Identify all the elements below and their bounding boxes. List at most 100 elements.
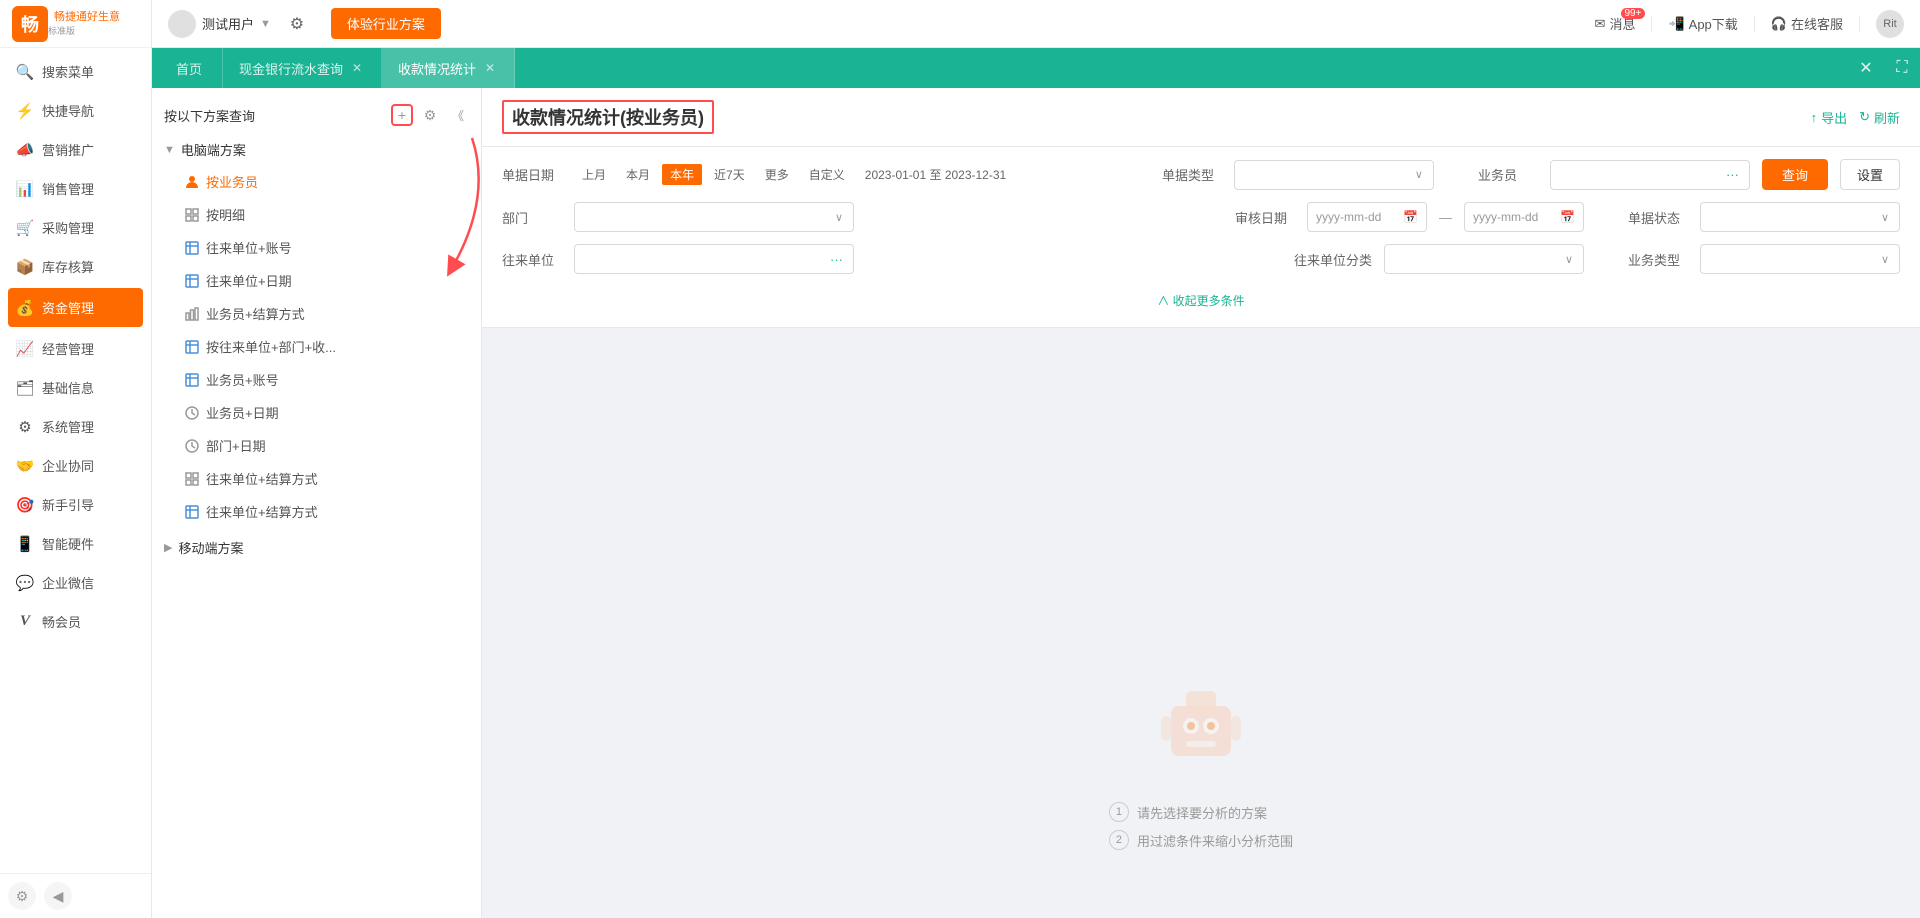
voucher-status-select[interactable]: ∨ — [1700, 202, 1900, 232]
refresh-icon: ↻ — [1859, 109, 1870, 125]
salesperson-select[interactable]: ··· — [1550, 160, 1750, 190]
sidebar-item-member[interactable]: V 畅会员 — [0, 602, 151, 641]
sidebar-item-enterprise[interactable]: 🤝 企业协同 — [0, 446, 151, 485]
quicknav-icon: ⚡ — [16, 102, 34, 120]
business-type-select[interactable]: ∨ — [1700, 244, 1900, 274]
sidebar-item-marketing[interactable]: 📣 营销推广 — [0, 130, 151, 169]
sidebar: 畅 畅捷通好生意 标准版 🔍 搜索菜单 ⚡ 快捷导航 📣 营销推广 📊 销售管理… — [0, 0, 152, 918]
tab-bank-flow[interactable]: 现金银行流水查询 ✕ — [223, 48, 382, 88]
scheme-item-label: 往来单位+账号 — [206, 238, 292, 257]
scheme-header-actions: + ⚙ 《 — [391, 104, 469, 126]
collapse-more-button[interactable]: ∧ 收起更多条件 — [1151, 286, 1250, 315]
scheme-settings-icon[interactable]: ⚙ — [419, 104, 441, 126]
operations-icon: 📈 — [16, 340, 34, 358]
scheme-pc-group-title[interactable]: ▼ 电脑端方案 — [152, 134, 481, 165]
scheme-item-label: 业务员+结算方式 — [206, 304, 305, 323]
counterpart-category-label: 往来单位分类 — [1294, 250, 1372, 269]
voucher-status-label: 单据状态 — [1628, 208, 1688, 227]
date-label: 单据日期 — [502, 165, 562, 184]
trial-button[interactable]: 体验行业方案 — [331, 8, 441, 39]
sidebar-item-search[interactable]: 🔍 搜索菜单 — [0, 52, 151, 91]
tab-bank-flow-close-icon[interactable]: ✕ — [349, 60, 365, 76]
voucher-type-select[interactable]: ∨ — [1234, 160, 1434, 190]
scheme-item-counterpart-settlement2[interactable]: 往来单位+结算方式 — [152, 495, 481, 528]
scheme-item-label: 部门+日期 — [206, 436, 266, 455]
scheme-item-by-detail[interactable]: 按明细 — [152, 198, 481, 231]
collapse-more-label: ∧ 收起更多条件 — [1157, 292, 1244, 309]
user-avatar-button[interactable]: Rit — [1876, 10, 1904, 38]
scheme-item-by-salesperson[interactable]: 按业务员 — [152, 165, 481, 198]
date-tab-7days[interactable]: 近7天 — [706, 164, 753, 185]
tab-collection-stats-label: 收款情况统计 — [398, 59, 476, 78]
sidebar-item-system[interactable]: ⚙ 系统管理 — [0, 407, 151, 446]
sidebar-item-basic[interactable]: 🗂 基础信息 — [0, 368, 151, 407]
topbar-divider-2 — [1754, 16, 1755, 32]
sidebar-item-inventory[interactable]: 📦 库存核算 — [0, 247, 151, 286]
scheme-pc-group-label: 电脑端方案 — [181, 140, 246, 159]
date-tab-this-year[interactable]: 本年 — [662, 164, 702, 185]
tab-collection-stats[interactable]: 收款情况统计 ✕ — [382, 48, 515, 88]
tab-close-all-button[interactable]: ✕ — [1852, 54, 1880, 82]
salesperson-more-icon[interactable]: ··· — [1726, 167, 1739, 182]
sidebar-item-hardware[interactable]: 📱 智能硬件 — [0, 524, 151, 563]
sidebar-item-finance[interactable]: 💰 资金管理 — [8, 288, 143, 327]
scheme-collapse-icon[interactable]: 《 — [447, 104, 469, 126]
messages-badge: 99+ — [1621, 8, 1646, 19]
sidebar-item-sales[interactable]: 📊 销售管理 — [0, 169, 151, 208]
tab-expand-button[interactable]: ⛶ — [1888, 54, 1916, 82]
main-content: 1 请先选择要分析的方案 2 用过滤条件来缩小分析范围 — [482, 328, 1920, 918]
scheme-item-counterpart-date[interactable]: 往来单位+日期 — [152, 264, 481, 297]
wechat-icon: 💬 — [16, 574, 34, 592]
counterpart-select[interactable]: ··· — [574, 244, 854, 274]
messages-button[interactable]: ✉ 消息 99+ — [1595, 14, 1636, 33]
calendar-icon: 📅 — [1403, 210, 1418, 224]
tab-collection-stats-close-icon[interactable]: ✕ — [482, 60, 498, 76]
settings-button[interactable]: 设置 — [1840, 159, 1900, 190]
query-button[interactable]: 查询 — [1762, 159, 1828, 190]
sidebar-item-operations[interactable]: 📈 经营管理 — [0, 329, 151, 368]
topbar-gear-icon[interactable]: ⚙ — [283, 10, 311, 38]
review-date-to-input[interactable]: yyyy-mm-dd 📅 — [1464, 202, 1584, 232]
scheme-panel-title: 按以下方案查询 — [164, 106, 255, 125]
topbar-user[interactable]: 测试用户 ▼ — [168, 10, 271, 38]
chevron-down-icon-4: ∨ — [1565, 253, 1573, 266]
scheme-mobile-group-title[interactable]: ▶ 移动端方案 — [152, 532, 481, 563]
scheme-item-salesperson-date[interactable]: 业务员+日期 — [152, 396, 481, 429]
scheme-item-counterpart-settlement1[interactable]: 往来单位+结算方式 — [152, 462, 481, 495]
date-tab-this-month[interactable]: 本月 — [618, 164, 658, 185]
tab-home[interactable]: 首页 — [156, 48, 223, 88]
scheme-add-icon[interactable]: + — [391, 104, 413, 126]
topbar-right: ✉ 消息 99+ 📲 App下载 🎧 在线客服 Rit — [1595, 10, 1904, 38]
sidebar-item-quick-nav[interactable]: ⚡ 快捷导航 — [0, 91, 151, 130]
sidebar-collapse-button[interactable]: ◀ — [44, 882, 72, 910]
app-download-button[interactable]: 📲 App下载 — [1668, 14, 1737, 33]
scheme-item-counterpart-dept[interactable]: 按往来单位+部门+收... — [152, 330, 481, 363]
app-download-label: App下载 — [1689, 14, 1738, 33]
sidebar-item-purchase[interactable]: 🛒 采购管理 — [0, 208, 151, 247]
scheme-item-counterpart-account[interactable]: 往来单位+账号 — [152, 231, 481, 264]
page-container: 收款情况统计(按业务员) ↑ 导出 ↻ 刷新 单据日期 — [482, 88, 1920, 918]
dept-select[interactable]: ∨ — [574, 202, 854, 232]
date-tab-last-month[interactable]: 上月 — [574, 164, 614, 185]
date-tab-more[interactable]: 更多 — [757, 164, 797, 185]
query-row-2: 部门 ∨ 审核日期 yyyy-mm-dd 📅 — yyyy-mm-dd 📅 — [502, 202, 1900, 232]
sidebar-settings-button[interactable]: ⚙ — [8, 882, 36, 910]
review-date-from-input[interactable]: yyyy-mm-dd 📅 — [1307, 202, 1427, 232]
online-service-button[interactable]: 🎧 在线客服 — [1771, 14, 1843, 33]
scheme-item-salesperson-settlement[interactable]: 业务员+结算方式 — [152, 297, 481, 330]
date-tab-custom[interactable]: 自定义 — [801, 164, 853, 185]
scheme-item-label: 业务员+日期 — [206, 403, 279, 422]
counterpart-more-icon[interactable]: ··· — [830, 252, 843, 267]
sidebar-item-newbie[interactable]: 🎯 新手引导 — [0, 485, 151, 524]
tip-area: 1 请先选择要分析的方案 2 用过滤条件来缩小分析范围 — [482, 328, 1920, 918]
scheme-item-dept-date[interactable]: 部门+日期 — [152, 429, 481, 462]
scheme-mobile-group-label: 移动端方案 — [178, 538, 243, 557]
export-button[interactable]: ↑ 导出 — [1811, 108, 1848, 127]
refresh-button[interactable]: ↻ 刷新 — [1859, 108, 1900, 127]
scheme-item-salesperson-account[interactable]: 业务员+账号 — [152, 363, 481, 396]
counterpart-category-select[interactable]: ∨ — [1384, 244, 1584, 274]
user-avatar — [168, 10, 196, 38]
sidebar-item-wechat[interactable]: 💬 企业微信 — [0, 563, 151, 602]
business-type-label: 业务类型 — [1628, 250, 1688, 269]
topbar-divider-3 — [1859, 16, 1860, 32]
